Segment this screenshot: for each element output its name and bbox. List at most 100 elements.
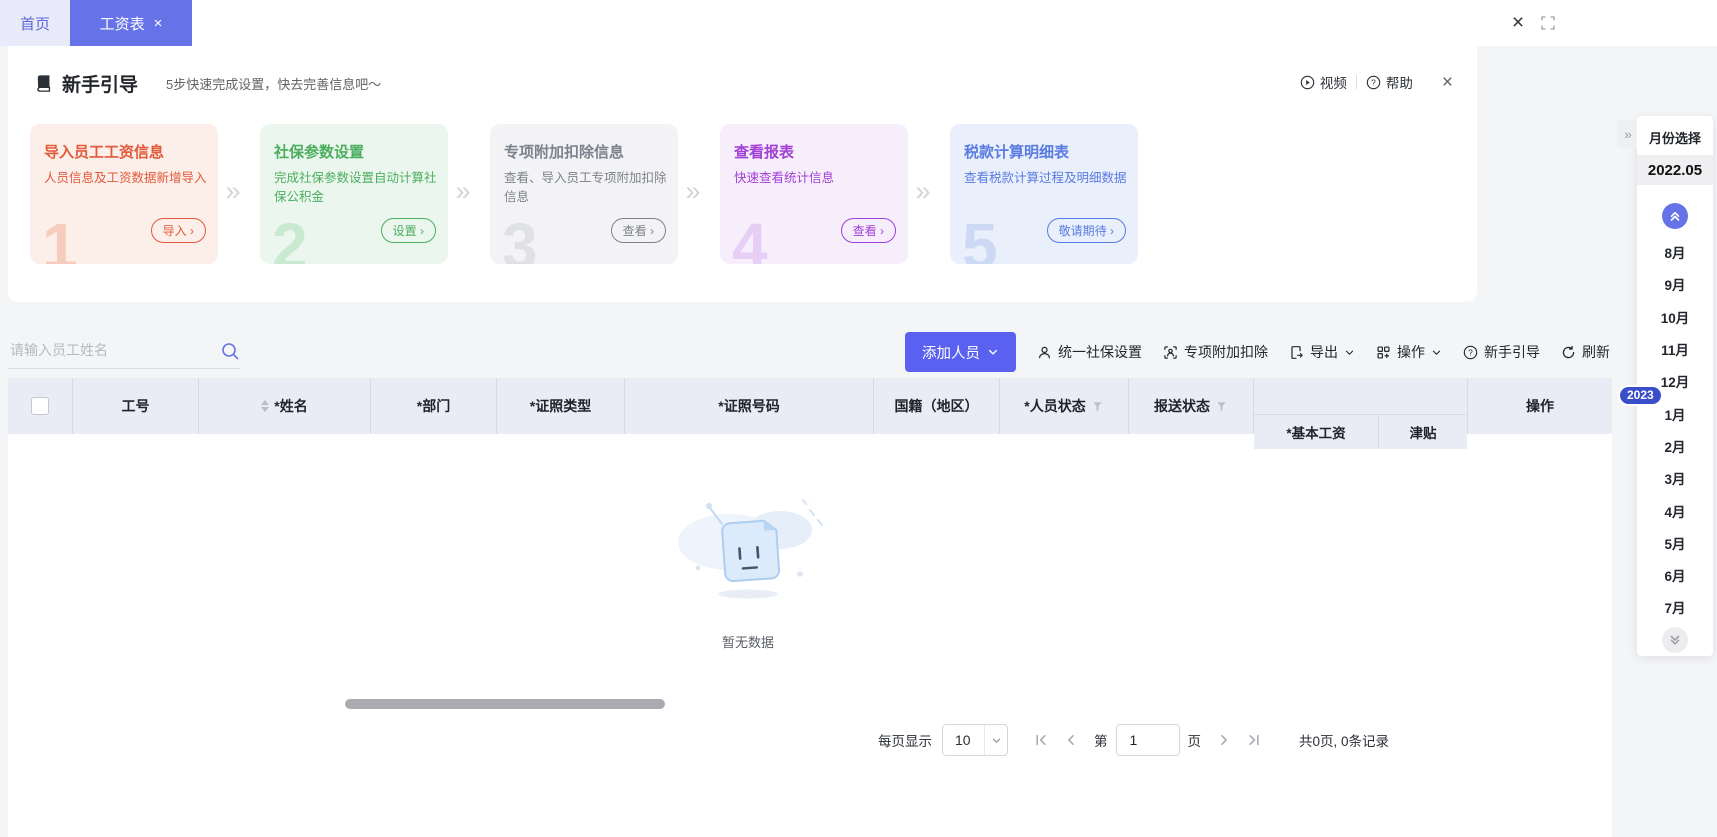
special-deduction-label: 专项附加扣除 (1184, 344, 1268, 360)
header-cell-report-status[interactable]: 报送状态 (1129, 378, 1254, 434)
export-button[interactable]: 导出 (1289, 342, 1355, 362)
step-number: 5 (962, 210, 998, 264)
salary-subheader-row: *基本工资 津贴 (1254, 414, 1467, 449)
search-input[interactable] (8, 342, 220, 360)
header-cell-cert-number[interactable]: *证照号码 (625, 378, 874, 434)
per-page-select[interactable]: 10 (942, 724, 1008, 756)
step-number: 4 (732, 210, 768, 264)
guide-title: 新手引导 (62, 75, 139, 96)
empty-text: 暂无数据 (721, 635, 774, 650)
divider (1355, 75, 1357, 89)
header-cell-cert-type[interactable]: *证照类型 (497, 378, 625, 434)
header-cell-id[interactable]: 工号 (73, 378, 199, 434)
header-cell-operation: 操作 (1526, 398, 1554, 414)
panel-collapse-icon[interactable]: » (1617, 120, 1637, 148)
chevron-down-icon (984, 725, 1007, 755)
scroll-down-button[interactable] (1662, 627, 1688, 653)
tab-close-icon[interactable]: × (154, 16, 163, 31)
unified-social-button[interactable]: 统一社保设置 (1037, 342, 1142, 362)
header-cell-person-status[interactable]: *人员状态 (1000, 378, 1129, 434)
table-body: 暂无数据 每页显示 10 第 页 (8, 434, 1612, 837)
step-action-button[interactable]: 设置 (380, 218, 436, 243)
step-action-button[interactable]: 查看 (840, 218, 896, 243)
month-item[interactable]: 2月 (1637, 430, 1713, 462)
header-cell-name[interactable]: *姓名 (199, 378, 371, 434)
search-icon[interactable] (220, 341, 240, 361)
help-button[interactable]: ? 帮助 (1366, 72, 1413, 92)
empty-state: 暂无数据 (660, 490, 836, 651)
guide-close-icon[interactable]: × (1442, 73, 1453, 92)
step-number: 1 (42, 210, 78, 264)
step-title: 专项附加扣除信息 (504, 144, 625, 161)
month-item[interactable]: 7月 (1637, 591, 1713, 623)
chevron-down-icon (1431, 347, 1442, 358)
guide-step-report: 查看报表 快速查看统计信息 4 查看 (720, 124, 908, 264)
video-label: 视频 (1319, 76, 1347, 91)
per-page-label: 每页显示 (878, 734, 932, 749)
chevron-down-icon (1344, 347, 1355, 358)
horizontal-scrollbar[interactable] (345, 699, 665, 709)
last-page-button[interactable] (1245, 731, 1263, 749)
month-item[interactable]: 5月 (1637, 527, 1713, 559)
operations-button[interactable]: 操作 (1376, 342, 1442, 362)
step-desc: 查看税款计算过程及明细数据 (964, 171, 1127, 185)
month-item[interactable]: 9月 (1637, 268, 1713, 300)
newbie-guide-button[interactable]: ? 新手引导 (1463, 342, 1540, 362)
selected-month: 2022.05 (1637, 155, 1713, 185)
refresh-button[interactable]: 刷新 (1561, 342, 1610, 362)
month-panel-title: 月份选择 (1648, 131, 1701, 146)
fullscreen-icon[interactable] (1540, 15, 1556, 31)
header-cell-allowance[interactable]: 津贴 (1379, 415, 1467, 449)
step-title: 查看报表 (734, 144, 795, 161)
tab-payroll-label: 工资表 (99, 15, 145, 33)
video-button[interactable]: 视频 (1300, 72, 1347, 92)
page-number-input[interactable] (1115, 724, 1180, 756)
play-circle-icon (1300, 75, 1315, 90)
export-doc-icon (1289, 345, 1304, 360)
filter-funnel-icon[interactable] (1091, 400, 1104, 413)
year-badge: 2023 (1620, 387, 1661, 404)
step-desc: 查看、导入员工专项附加扣除信息 (504, 171, 667, 205)
step-action-button[interactable]: 查看 (610, 218, 666, 243)
first-page-button[interactable] (1032, 731, 1050, 749)
tab-payroll[interactable]: 工资表 × (70, 0, 192, 46)
tab-bar: 首页 工资表 × × (0, 0, 1717, 46)
month-item[interactable]: 10月 (1637, 301, 1713, 333)
person-icon (1037, 345, 1052, 360)
month-item[interactable]: 8月 (1637, 236, 1713, 268)
header-cell-base-salary[interactable]: *基本工资 (1254, 415, 1379, 449)
step-arrow-icon: » (915, 176, 930, 206)
header-cell-department[interactable]: *部门 (371, 378, 497, 434)
refresh-label: 刷新 (1582, 344, 1610, 360)
next-page-button[interactable] (1215, 731, 1233, 749)
newbie-guide-panel: 新手引导 5步快速完成设置，快去完善信息吧～ 视频 ? 帮助 × 导入员工工资信… (8, 46, 1477, 302)
guide-subtitle: 5步快速完成设置，快去完善信息吧～ (166, 77, 382, 92)
sort-icon[interactable] (261, 400, 270, 412)
month-item[interactable]: 11月 (1637, 333, 1713, 365)
special-deduction-button[interactable]: 专项附加扣除 (1163, 342, 1268, 362)
add-person-label: 添加人员 (922, 345, 980, 362)
select-all-checkbox[interactable] (31, 397, 49, 415)
step-number: 3 (502, 210, 538, 264)
step-action-button[interactable]: 敬请期待 (1046, 218, 1126, 243)
newbie-guide-label: 新手引导 (1484, 344, 1540, 360)
pagination-summary: 共0页, 0条记录 (1299, 734, 1390, 749)
month-item[interactable]: 6月 (1637, 559, 1713, 591)
step-desc: 完成社保参数设置自动计算社保公积金 (274, 171, 437, 205)
step-action-button[interactable]: 导入 (150, 218, 206, 243)
month-list: 8月 9月 10月 11月 12月 1月 2月 3月 4月 5月 6月 7月 (1637, 236, 1713, 624)
prev-page-button[interactable] (1062, 731, 1080, 749)
tab-home[interactable]: 首页 (0, 0, 70, 46)
guide-tools: 视频 ? 帮助 × (1300, 72, 1453, 92)
scroll-up-button[interactable] (1662, 203, 1688, 229)
window-close-icon[interactable]: × (1502, 7, 1534, 39)
month-item[interactable]: 3月 (1637, 462, 1713, 494)
guide-header: 新手引导 5步快速完成设置，快去完善信息吧～ (34, 70, 381, 97)
step-number: 2 (272, 210, 308, 264)
filter-funnel-icon[interactable] (1215, 400, 1228, 413)
add-person-button[interactable]: 添加人员 (905, 332, 1016, 372)
employee-search (8, 334, 240, 369)
month-item[interactable]: 4月 (1637, 494, 1713, 526)
per-page-value: 10 (955, 732, 971, 748)
header-cell-nationality[interactable]: 国籍（地区） (874, 378, 1000, 434)
